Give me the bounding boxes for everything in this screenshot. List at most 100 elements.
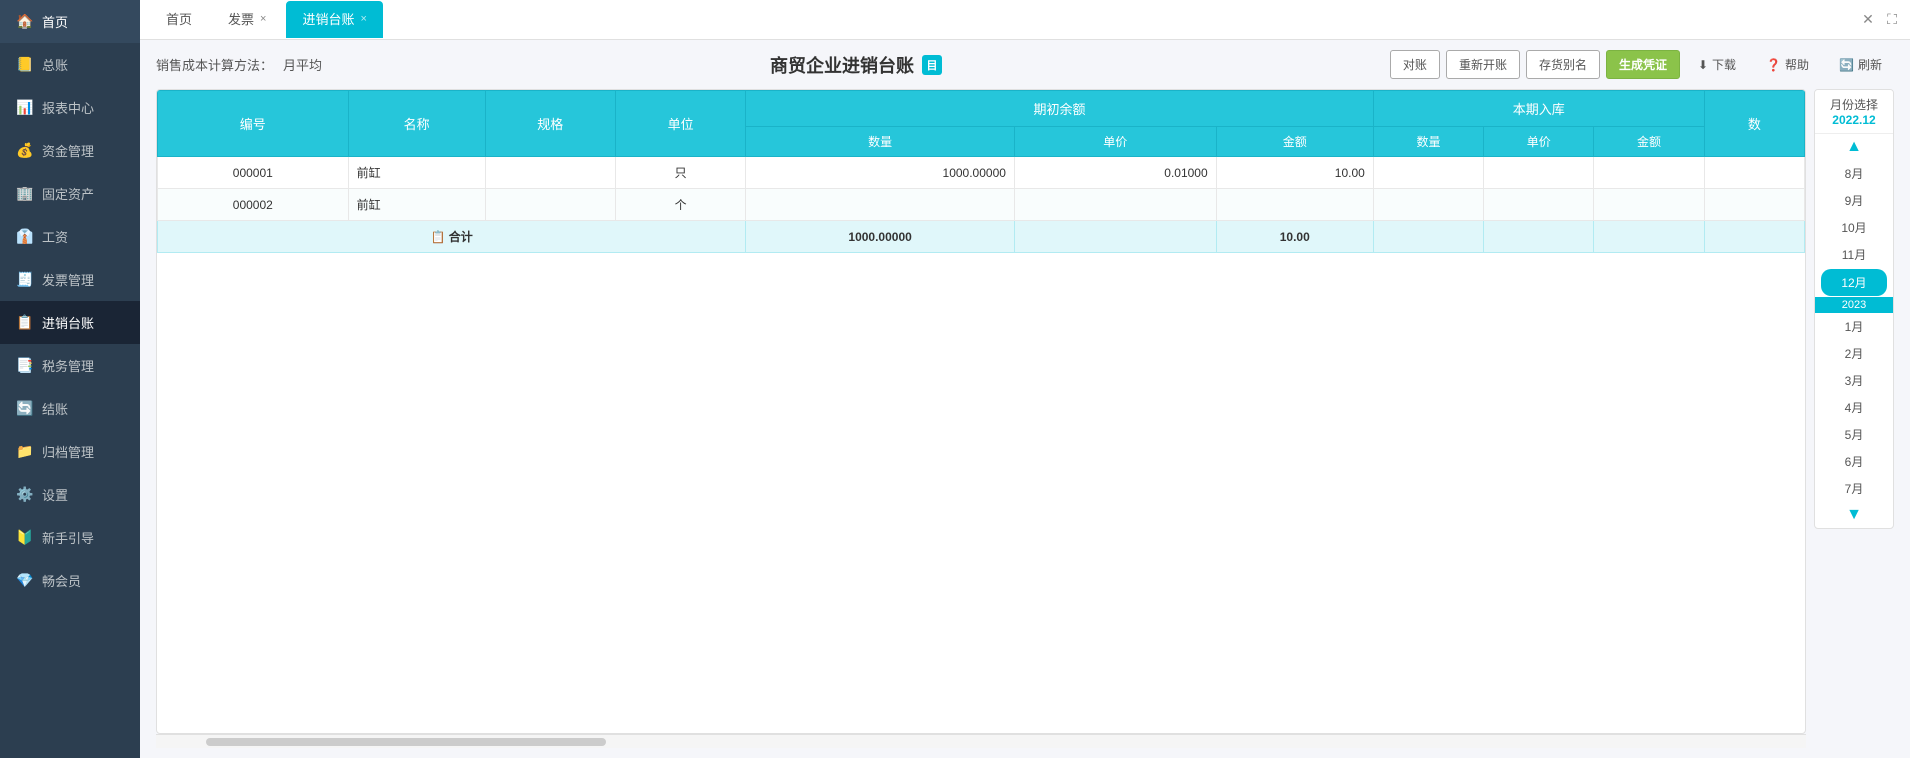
download-button[interactable]: ⬇ 下载 (1686, 51, 1748, 78)
table-row: 000001 前缸 只 1000.00000 0.01000 10.00 (158, 157, 1805, 189)
sidebar-item-salary[interactable]: 👔 工资 (0, 215, 140, 258)
content-area: 销售成本计算方法： 月平均 商贸企业进销台账 目 对账 重新开账 存货别名 生成… (140, 40, 1910, 758)
total-icon: 📋 (431, 230, 446, 244)
sidebar-item-invoice-mgmt[interactable]: 🧾 发票管理 (0, 258, 140, 301)
total-rk-jine (1594, 221, 1704, 253)
content-main: 编号 名称 规格 单位 期初余额 本期入库 数 数量 单价 (156, 89, 1894, 748)
sidebar-item-guide[interactable]: 🔰 新手引导 (0, 516, 140, 559)
scrollbar-thumb (206, 738, 606, 746)
total-row: 📋 合计 1000.00000 10.00 (158, 221, 1805, 253)
download-icon: ⬇ (1698, 58, 1708, 72)
cell-rk-jine (1594, 189, 1704, 221)
scroll-up-arrow[interactable]: ▲ (1815, 134, 1893, 160)
tab-invoice-close[interactable]: × (260, 13, 266, 25)
help-button[interactable]: ❓ 帮助 (1754, 51, 1821, 78)
month-2022-12[interactable]: 12月 (1821, 269, 1887, 296)
total-rk-danjia (1484, 221, 1594, 253)
scroll-down-arrow[interactable]: ▼ (1815, 502, 1893, 528)
col-more: 数 (1704, 91, 1804, 157)
month-2023-5[interactable]: 5月 (1815, 421, 1893, 448)
cell-qc-shuliang (746, 189, 1015, 221)
col-bianhao: 编号 (158, 91, 349, 157)
tab-invoice-label: 发票 (228, 9, 254, 28)
maximize-button[interactable]: ⛶ (1884, 12, 1900, 28)
reopen-button[interactable]: 重新开账 (1446, 50, 1520, 79)
sidebar-item-settings[interactable]: ⚙️ 设置 (0, 473, 140, 516)
month-2023-6[interactable]: 6月 (1815, 448, 1893, 475)
trade-ledger-table: 编号 名称 规格 单位 期初余额 本期入库 数 数量 单价 (157, 90, 1805, 253)
salary-icon: 👔 (16, 228, 34, 245)
sidebar-item-reports[interactable]: 📊 报表中心 (0, 86, 140, 129)
col-rk-jine: 金额 (1594, 127, 1704, 157)
total-qc-jine: 10.00 (1216, 221, 1373, 253)
cell-rk-danjia (1484, 189, 1594, 221)
col-rk-danjia: 单价 (1484, 127, 1594, 157)
sidebar-item-tax[interactable]: 📑 税务管理 (0, 344, 140, 387)
sidebar-item-funds[interactable]: 💰 资金管理 (0, 129, 140, 172)
col-qc-jine: 金额 (1216, 127, 1373, 157)
month-2023-4[interactable]: 4月 (1815, 394, 1893, 421)
sidebar-item-home[interactable]: 🏠 首页 (0, 0, 140, 43)
reports-icon: 📊 (16, 99, 34, 116)
cell-qc-jine (1216, 189, 1373, 221)
cell-rk-shuliang (1373, 189, 1483, 221)
total-more (1704, 221, 1804, 253)
tab-home[interactable]: 首页 (150, 1, 208, 38)
sidebar-item-label: 设置 (42, 485, 68, 504)
save-alias-button[interactable]: 存货别名 (1526, 50, 1600, 79)
table-section: 编号 名称 规格 单位 期初余额 本期入库 数 数量 单价 (156, 89, 1806, 748)
sidebar-item-archive[interactable]: 📁 归档管理 (0, 430, 140, 473)
trade-icon: 📋 (16, 314, 34, 331)
cell-guige (485, 157, 615, 189)
cost-method-label: 销售成本计算方法： (156, 55, 273, 74)
sidebar-item-fixed-assets[interactable]: 🏢 固定资产 (0, 172, 140, 215)
assets-icon: 🏢 (16, 185, 34, 202)
month-panel-header: 月份选择 2022.12 (1815, 90, 1893, 134)
month-2023-2[interactable]: 2月 (1815, 340, 1893, 367)
cell-danwei: 只 (615, 157, 745, 189)
col-guige: 规格 (485, 91, 615, 157)
tab-bar: 首页 发票 × 进销台账 × ✕ ⛶ (140, 0, 1910, 40)
sidebar-item-checkout[interactable]: 🔄 结账 (0, 387, 140, 430)
total-qc-shuliang: 1000.00000 (746, 221, 1015, 253)
sidebar-item-trade-ledger[interactable]: 📋 进销台账 (0, 301, 140, 344)
generate-button[interactable]: 生成凭证 (1606, 50, 1680, 79)
month-2023-3[interactable]: 3月 (1815, 367, 1893, 394)
archive-icon: 📁 (16, 443, 34, 460)
tab-invoice[interactable]: 发票 × (212, 1, 282, 38)
total-qc-danjia (1014, 221, 1216, 253)
action-buttons: 对账 重新开账 存货别名 生成凭证 ⬇ 下载 ❓ 帮助 🔄 刷新 (1390, 50, 1894, 79)
month-2022-8[interactable]: 8月 (1815, 160, 1893, 187)
horizontal-scrollbar[interactable] (156, 734, 1806, 748)
sidebar-item-general-ledger[interactable]: 📒 总账 (0, 43, 140, 86)
duizhang-button[interactable]: 对账 (1390, 50, 1440, 79)
checkout-icon: 🔄 (16, 400, 34, 417)
cell-rk-jine (1594, 157, 1704, 189)
col-qichuyu: 期初余额 (746, 91, 1374, 127)
month-2022-11[interactable]: 11月 (1815, 241, 1893, 268)
close-button[interactable]: ✕ (1860, 12, 1876, 28)
sidebar-item-label: 首页 (42, 12, 68, 31)
sidebar-item-label: 归档管理 (42, 442, 94, 461)
help-icon: ❓ (1766, 58, 1781, 72)
table-row: 000002 前缸 个 (158, 189, 1805, 221)
col-danwei: 单位 (615, 91, 745, 157)
month-2023-7[interactable]: 7月 (1815, 475, 1893, 502)
sidebar-item-label: 固定资产 (42, 184, 94, 203)
refresh-button[interactable]: 🔄 刷新 (1827, 51, 1894, 78)
cell-qc-danjia (1014, 189, 1216, 221)
total-rk-shuliang (1373, 221, 1483, 253)
tab-trade-ledger[interactable]: 进销台账 × (286, 1, 382, 38)
sidebar-item-label: 新手引导 (42, 528, 94, 547)
month-2023-1[interactable]: 1月 (1815, 313, 1893, 340)
tab-trade-ledger-close[interactable]: × (360, 13, 366, 25)
table-container[interactable]: 编号 名称 规格 单位 期初余额 本期入库 数 数量 单价 (156, 89, 1806, 734)
col-qc-danjia: 单价 (1014, 127, 1216, 157)
sidebar-item-label: 资金管理 (42, 141, 94, 160)
month-2022-10[interactable]: 10月 (1815, 214, 1893, 241)
sidebar-item-vip[interactable]: 💎 畅会员 (0, 559, 140, 602)
cell-qc-jine: 10.00 (1216, 157, 1373, 189)
month-2022-9[interactable]: 9月 (1815, 187, 1893, 214)
ledger-icon: 📒 (16, 56, 34, 73)
invoice-icon: 🧾 (16, 271, 34, 288)
